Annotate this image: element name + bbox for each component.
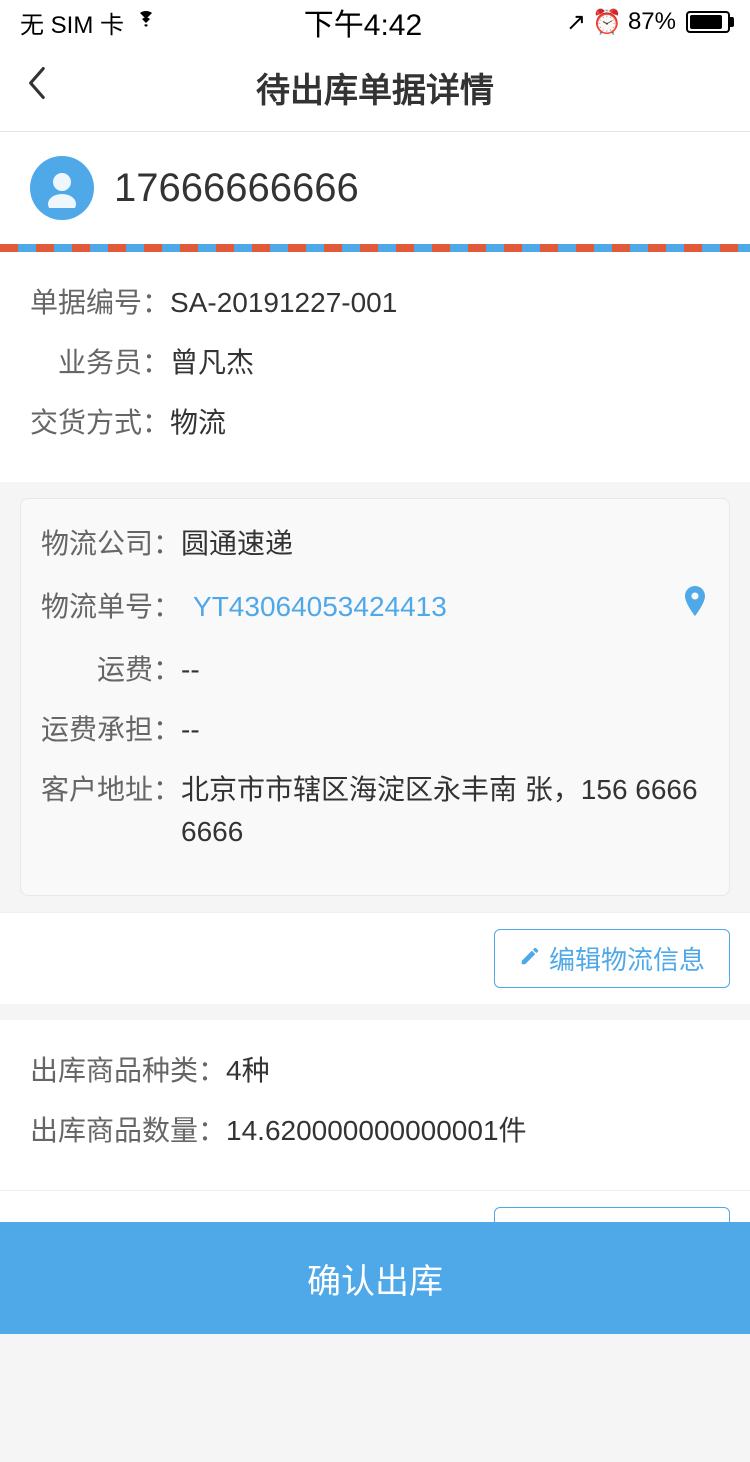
- basic-info-section: 单据编号： SA-20191227-001 业务员： 曾凡杰 交货方式： 物流: [0, 252, 750, 482]
- status-right: ↗ ⏰ 87%: [566, 8, 730, 37]
- customer-address-label: 客户地址：: [41, 769, 181, 811]
- sales-person-row: 业务员： 曾凡杰: [30, 342, 720, 384]
- product-section: 出库商品种类： 4种 出库商品数量： 14.620000000000001件: [0, 1020, 750, 1190]
- sales-person-label: 业务员：: [30, 342, 170, 384]
- doc-number-row: 单据编号： SA-20191227-001: [30, 282, 720, 324]
- status-bar: 无 SIM 卡 下午4:42 ↗ ⏰ 87%: [0, 0, 750, 44]
- doc-number-value: SA-20191227-001: [170, 282, 720, 324]
- sales-person-value: 曾凡杰: [170, 342, 720, 384]
- status-left: 无 SIM 卡: [20, 5, 160, 40]
- customer-phone: 17666666666: [114, 166, 359, 211]
- customer-section: 17666666666: [0, 132, 750, 244]
- section-divider: [0, 1004, 750, 1020]
- battery-icon: [686, 11, 730, 33]
- location-pin-icon[interactable]: [681, 583, 709, 631]
- location-status-icon: ↗: [566, 8, 586, 37]
- tracking-number-row: 物流单号： YT43064053424413: [41, 583, 709, 631]
- delivery-method-label: 交货方式：: [30, 402, 170, 444]
- freight-value: --: [181, 649, 709, 691]
- edit-icon: [519, 943, 541, 974]
- product-type-value: 4种: [226, 1050, 720, 1092]
- edit-logistics-label: 编辑物流信息: [549, 940, 705, 977]
- avatar: [30, 156, 94, 220]
- product-type-label: 出库商品种类：: [30, 1050, 226, 1092]
- logistics-section: 物流公司： 圆通速递 物流单号： YT43064053424413 运费： --…: [20, 498, 730, 896]
- battery-percentage: 87%: [628, 8, 676, 36]
- confirm-outbound-button[interactable]: 确认出库: [0, 1238, 750, 1318]
- doc-number-label: 单据编号：: [30, 282, 170, 324]
- tracking-number-label: 物流单号：: [41, 586, 181, 628]
- tracking-number-value: YT43064053424413: [193, 586, 661, 628]
- product-type-row: 出库商品种类： 4种: [30, 1050, 720, 1092]
- wifi-icon: [132, 8, 160, 36]
- nav-bar: 待出库单据详情: [0, 44, 750, 132]
- back-button[interactable]: [24, 65, 48, 110]
- freight-bearer-value: --: [181, 709, 709, 751]
- logistics-company-row: 物流公司： 圆通速递: [41, 523, 709, 565]
- delivery-method-value: 物流: [170, 402, 720, 444]
- freight-bearer-label: 运费承担：: [41, 709, 181, 751]
- edit-logistics-row: 编辑物流信息: [0, 912, 750, 1004]
- carrier-text: 无 SIM 卡: [20, 5, 124, 40]
- logistics-company-value: 圆通速递: [181, 523, 709, 565]
- freight-row: 运费： --: [41, 649, 709, 691]
- customer-address-value: 北京市市辖区海淀区永丰南 张，156 6666 6666: [181, 769, 709, 853]
- dashed-divider: [0, 244, 750, 252]
- page-title: 待出库单据详情: [256, 63, 494, 112]
- product-quantity-row: 出库商品数量： 14.620000000000001件: [30, 1110, 720, 1152]
- time-display: 下午4:42: [304, 0, 422, 44]
- freight-label: 运费：: [41, 649, 181, 691]
- confirm-btn-wrapper: 确认出库: [0, 1222, 750, 1334]
- product-quantity-label: 出库商品数量：: [30, 1110, 226, 1152]
- product-quantity-value: 14.620000000000001件: [226, 1110, 720, 1152]
- delivery-method-row: 交货方式： 物流: [30, 402, 720, 444]
- logistics-company-label: 物流公司：: [41, 523, 181, 565]
- edit-logistics-button[interactable]: 编辑物流信息: [494, 929, 730, 988]
- freight-bearer-row: 运费承担： --: [41, 709, 709, 751]
- customer-address-row: 客户地址： 北京市市辖区海淀区永丰南 张，156 6666 6666: [41, 769, 709, 853]
- alarm-icon: ⏰: [592, 8, 622, 37]
